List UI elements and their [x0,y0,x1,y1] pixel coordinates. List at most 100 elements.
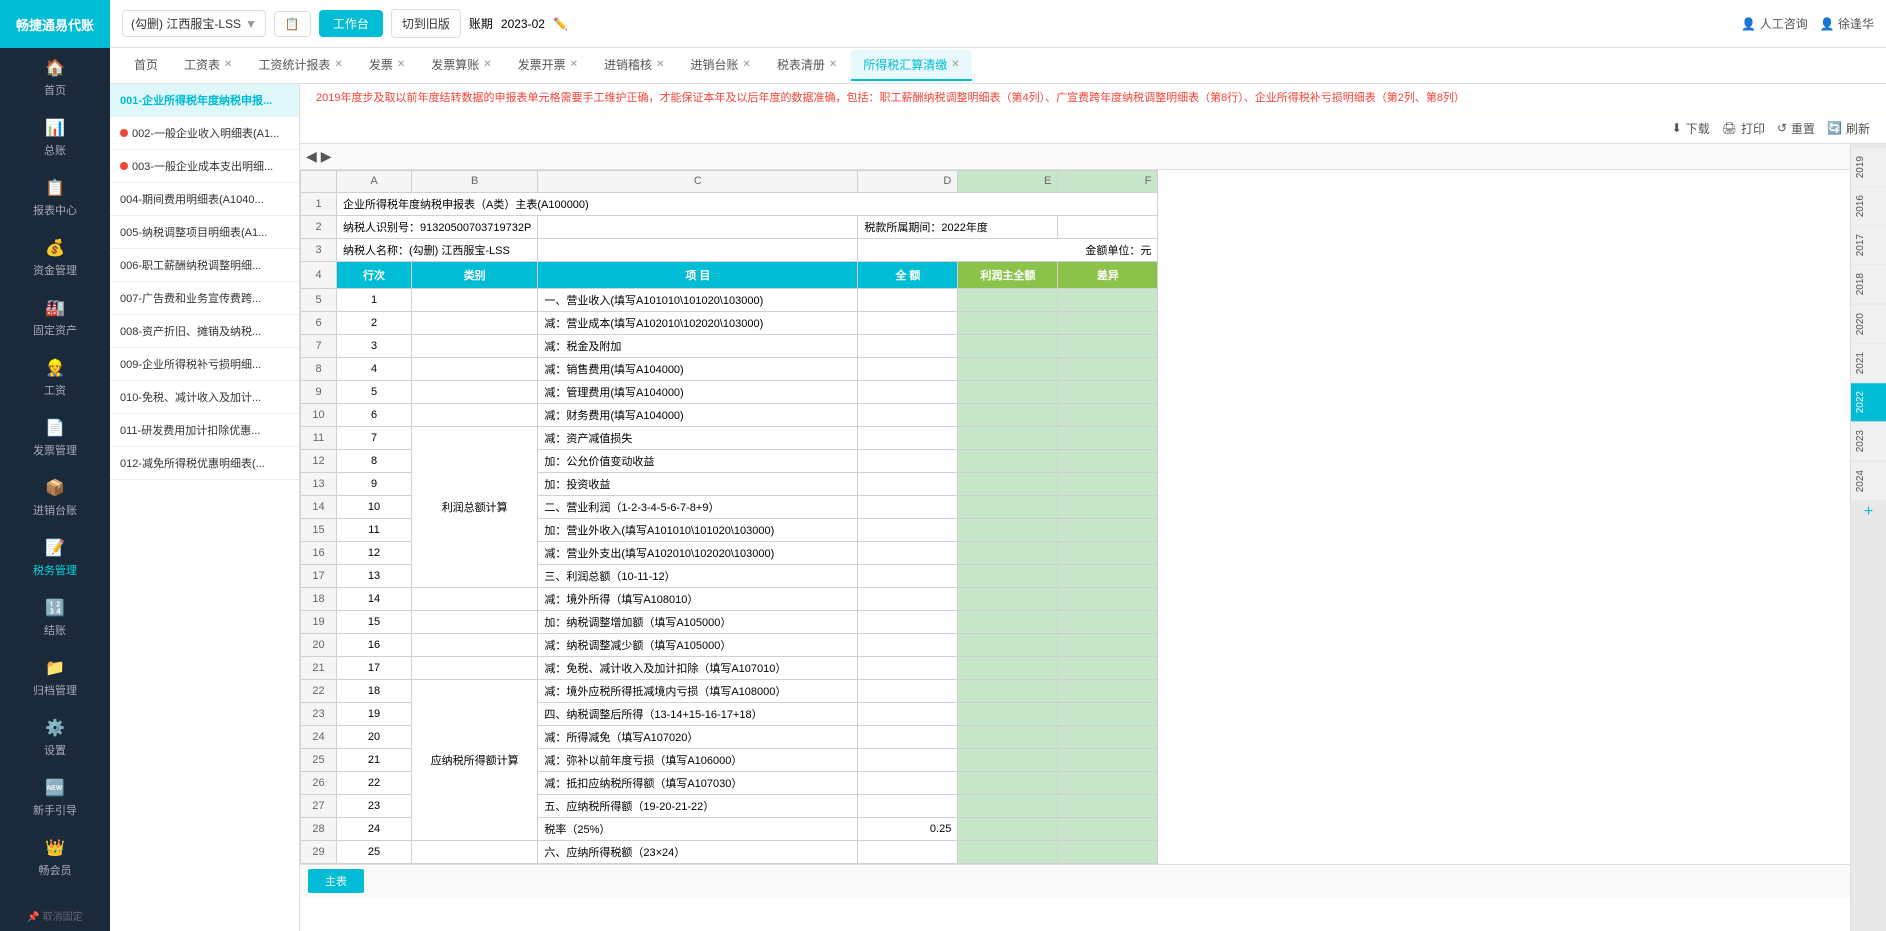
form-list-item-007[interactable]: 007-广告费和业务宣传费跨... [110,282,299,315]
row-amount [858,288,958,311]
sidebar-item-guide[interactable]: 🆕 新手引导 [0,768,110,828]
tab-invoice[interactable]: 发票 ✕ [357,50,417,81]
tab-payroll[interactable]: 工资表 ✕ [172,50,244,81]
year-item-2022[interactable]: 2022 [1851,383,1886,421]
row-num-3: 3 [301,238,337,261]
guide-icon: 🆕 [45,778,65,798]
col-header-row [301,170,337,192]
workstation-button[interactable]: 工作台 [319,10,383,37]
year-item-2023[interactable]: 2023 [1851,422,1886,460]
spreadsheet-container[interactable]: ◀ ▶ A B C D E F [300,144,1850,931]
download-button[interactable]: ⬇ 下载 [1672,120,1710,137]
print-button[interactable]: 🖨 打印 [1722,120,1765,137]
empty-cell-3c [538,238,858,261]
prev-sheet-btn[interactable]: ◀ [304,146,319,167]
tab-tax-table[interactable]: 税表清册 ✕ [765,50,849,81]
sidebar-item-member[interactable]: 👑 畅会员 [0,828,110,888]
tab-payroll-stats[interactable]: 工资统计报表 ✕ [246,50,354,81]
switch-old-button[interactable]: 切到旧版 [391,9,461,38]
form-list-item-008[interactable]: 008-资产折旧、摊销及纳税... [110,315,299,348]
table-row: 5 1 一、营业收入(填写A101010\101020\103000) [301,288,1158,311]
sidebar-item-finance[interactable]: 💰 资金管理 [0,228,110,288]
pin-button[interactable]: 📌 取消固定 [0,900,110,931]
member-icon: 👑 [45,838,65,858]
sidebar-label-reports: 报表中心 [33,202,77,218]
refresh-button[interactable]: 🔄 刷新 [1827,120,1870,137]
form-list-item-011[interactable]: 011-研发费用加计扣除优惠... [110,414,299,447]
sheet-tab-bar: 主表 [300,864,1850,897]
year-item-2020[interactable]: 2020 [1851,305,1886,343]
close-tab-tax-table[interactable]: ✕ [829,59,837,70]
sidebar-item-ledger[interactable]: 📊 总账 [0,108,110,168]
tab-audit[interactable]: 进销稽核 ✕ [592,50,676,81]
tab-home[interactable]: 首页 [122,50,170,81]
form-list-item-001[interactable]: 001-企业所得税年度纳税申报... [110,84,299,117]
year-item-2024[interactable]: 2024 [1851,462,1886,500]
payroll-icon: 👷 [45,358,65,378]
form-list-item-012[interactable]: 012-减免所得税优惠明细表(... [110,447,299,480]
period-cell: 税款所属期间：2022年度 [858,215,1058,238]
form-001-label: 001-企业所得税年度纳税申报... [120,92,272,108]
edit-period-icon[interactable]: ✏️ [553,17,568,31]
col-d-header: 全 额 [858,261,958,288]
tab-invoice-calc[interactable]: 发票算账 ✕ [419,50,503,81]
form-list-item-004[interactable]: 004-期间费用明细表(A1040... [110,183,299,216]
close-tab-invoice[interactable]: ✕ [397,59,405,70]
form-004-label: 004-期间费用明细表(A1040... [120,191,264,207]
sidebar-item-settings[interactable]: ⚙️ 设置 [0,708,110,768]
form-list-item-010[interactable]: 010-免税、减计收入及加计... [110,381,299,414]
form-list-item-006[interactable]: 006-职工薪酬纳税调整明细... [110,249,299,282]
tab-income-tax[interactable]: 所得税汇算清缴 ✕ [851,50,971,81]
user-service[interactable]: 👤 人工咨询 [1741,15,1807,32]
company-selector[interactable]: (勾删) 江西服宝-LSS ▼ [122,10,266,37]
sidebar-label-member: 畅会员 [39,862,72,878]
nav-tabs: 首页 工资表 ✕ 工资统计报表 ✕ 发票 ✕ 发票算账 ✕ 发票开票 ✕ 进销稽… [110,48,1886,84]
sidebar-item-archive[interactable]: 📁 归档管理 [0,648,110,708]
year-item-2017[interactable]: 2017 [1851,226,1886,264]
sidebar-item-invoice[interactable]: 📄 发票管理 [0,408,110,468]
add-year-icon[interactable]: + [1862,501,1875,523]
sheet-tab-main[interactable]: 主表 [308,869,364,893]
row-num-2: 2 [301,215,337,238]
close-tab-invoice-open[interactable]: ✕ [570,59,578,70]
close-tab-payroll[interactable]: ✕ [224,59,232,70]
form-list-item-003[interactable]: 003-一般企业成本支出明细... [110,150,299,183]
close-tab-audit[interactable]: ✕ [656,59,664,70]
year-item-2021[interactable]: 2021 [1851,344,1886,382]
year-item-2018[interactable]: 2018 [1851,265,1886,303]
sidebar-item-home[interactable]: 🏠 首页 [0,48,110,108]
tax-name-cell: 纳税人名称：(勾删) 江西服宝-LSS [337,238,538,261]
form-list-item-005[interactable]: 005-纳税调整项目明细表(A1... [110,216,299,249]
close-period-icon: 🔢 [45,598,65,618]
form-009-label: 009-企业所得税补亏损明细... [120,356,261,372]
sidebar-label-close: 结账 [44,622,66,638]
form-list-item-009[interactable]: 009-企业所得税补亏损明细... [110,348,299,381]
year-item-2016[interactable]: 2016 [1851,187,1886,225]
period-label: 账期 [469,15,493,32]
close-tab-sales-ledger[interactable]: ✕ [742,59,750,70]
topbar-left: (勾删) 江西服宝-LSS ▼ 📋 工作台 切到旧版 账期 2023-02 ✏️ [122,9,568,38]
close-tab-income-tax[interactable]: ✕ [951,59,959,70]
table-row: 10 6 减：财务费用(填写A104000) [301,403,1158,426]
reset-button[interactable]: ↺ 重置 [1777,120,1815,137]
sidebar-label-finance: 资金管理 [33,262,77,278]
tab-invoice-open[interactable]: 发票开票 ✕ [506,50,590,81]
sidebar-item-sales[interactable]: 📦 进销台账 [0,468,110,528]
next-sheet-btn[interactable]: ▶ [319,146,334,167]
sidebar-item-tax[interactable]: 📝 税务管理 [0,528,110,588]
tab-sales-ledger[interactable]: 进销台账 ✕ [678,50,762,81]
sidebar-item-close[interactable]: 🔢 结账 [0,588,110,648]
sidebar-item-assets[interactable]: 🏭 固定资产 [0,288,110,348]
row-profit [958,288,1058,311]
close-tab-payroll-stats[interactable]: ✕ [334,59,342,70]
assets-icon: 🏭 [45,298,65,318]
form-list-item-002[interactable]: 002-一般企业收入明细表(A1... [110,117,299,150]
year-item-2019[interactable]: 2019 [1851,148,1886,186]
copy-button[interactable]: 📋 [274,11,311,37]
main-area: (勾删) 江西服宝-LSS ▼ 📋 工作台 切到旧版 账期 2023-02 ✏️… [110,0,1886,931]
sidebar-item-reports[interactable]: 📋 报表中心 [0,168,110,228]
close-tab-invoice-calc[interactable]: ✕ [483,59,491,70]
sidebar-item-payroll[interactable]: 👷 工资 [0,348,110,408]
col-a-header: 行次 [337,261,412,288]
row-num-1: 1 [301,192,337,215]
